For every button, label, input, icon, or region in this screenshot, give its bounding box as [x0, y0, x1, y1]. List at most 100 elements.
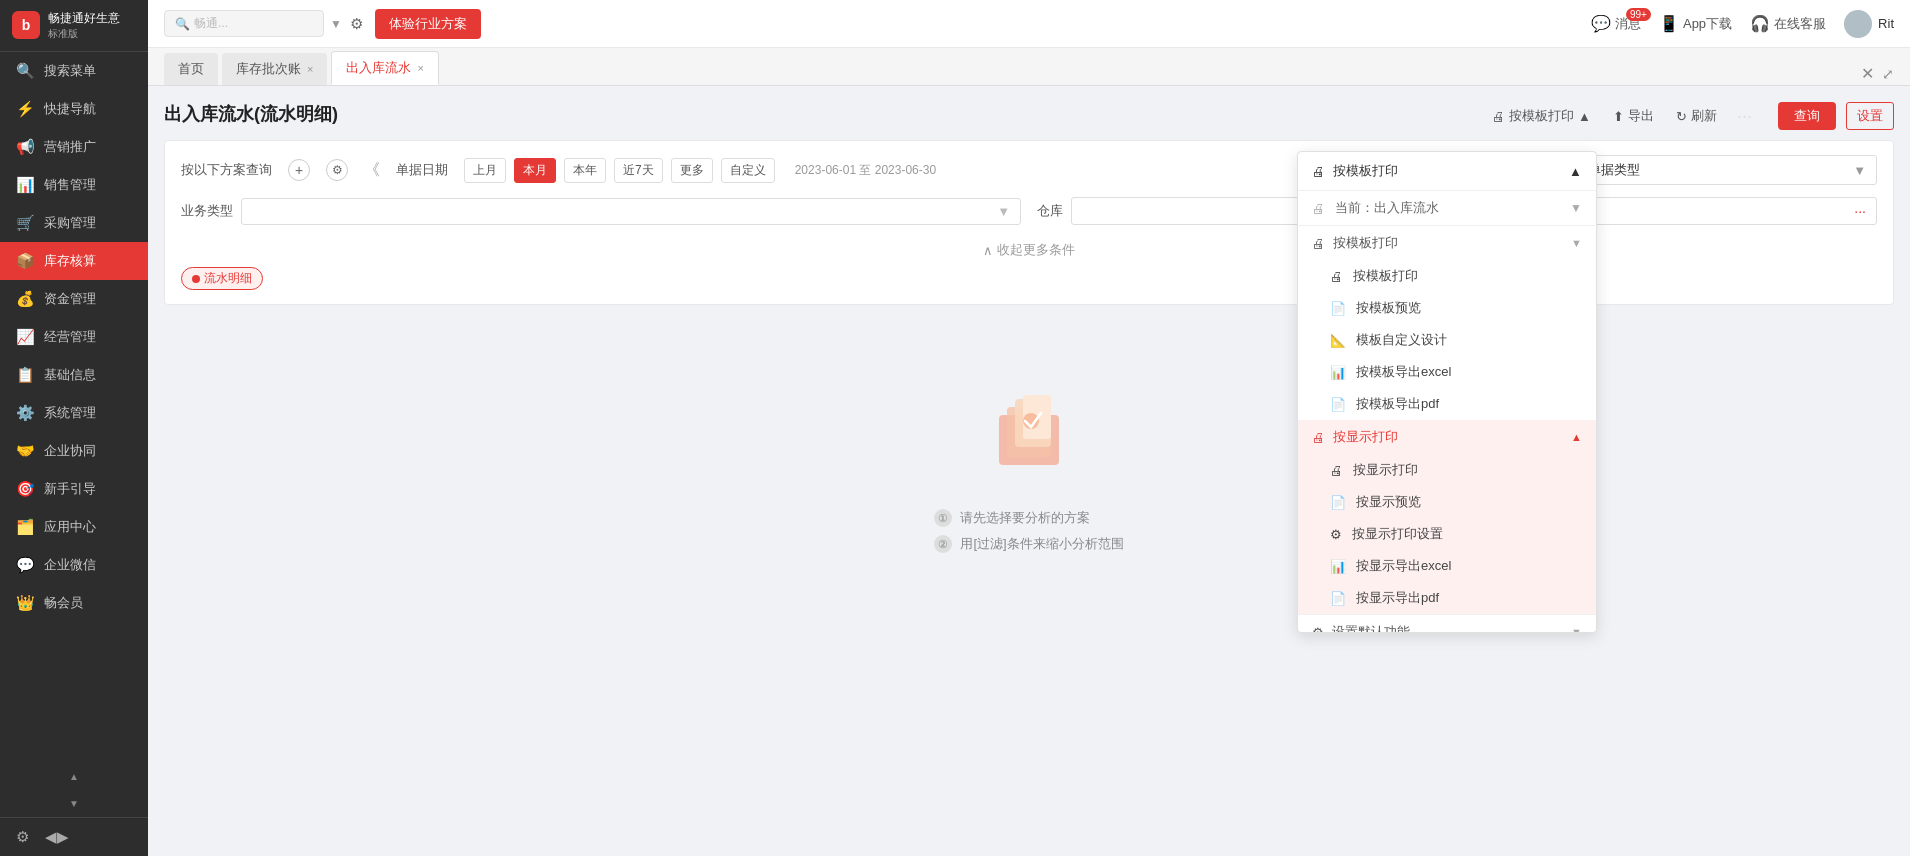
warehouse-more-icon[interactable]: ··· [1854, 203, 1866, 219]
template-pdf-item[interactable]: 📄 按模板导出pdf [1298, 388, 1596, 420]
display-excel-icon: 📊 [1330, 559, 1346, 574]
logo-text: 畅捷通好生意 标准版 [48, 10, 120, 41]
template-section-header[interactable]: 🖨 按模板打印 ▼ [1298, 226, 1596, 260]
date-btn-current[interactable]: 本月 [514, 158, 556, 183]
refresh-button[interactable]: ↻ 刷新 [1670, 103, 1723, 129]
sidebar-item-finance[interactable]: 💰资金管理 [0, 280, 148, 318]
display-settings-icon: ⚙ [1330, 527, 1342, 542]
sidebar-item-search[interactable]: 🔍搜索菜单 [0, 52, 148, 90]
topbar-right: 💬 消息 99+ 📱 App下载 🎧 在线客服 Rit [1591, 10, 1894, 38]
date-btn-year[interactable]: 本年 [564, 158, 606, 183]
print-dropdown-panel: 🖨 按模板打印 ▲ 🖨 当前：出入库流水 ▼ [1297, 151, 1597, 633]
display-settings-item[interactable]: ⚙ 按显示打印设置 [1298, 518, 1596, 550]
date-btn-week7[interactable]: 近7天 [614, 158, 663, 183]
display-pdf-item[interactable]: 📄 按显示导出pdf [1298, 582, 1596, 614]
dropdown-collapse-icon[interactable]: ▲ [1569, 164, 1582, 179]
active-filter-tag[interactable]: 流水明细 [181, 267, 263, 290]
display-print-item[interactable]: 🖨 按显示打印 [1298, 454, 1596, 486]
logo-icon: b [12, 11, 40, 39]
display-preview-item[interactable]: 📄 按显示预览 [1298, 486, 1596, 518]
export-button[interactable]: ⬆ 导出 [1607, 103, 1660, 129]
date-btn-prev[interactable]: 上月 [464, 158, 506, 183]
filter-collapse-icon[interactable]: 《 [364, 160, 380, 181]
template-excel-item[interactable]: 📊 按模板导出excel [1298, 356, 1596, 388]
message-icon-item[interactable]: 💬 消息 99+ [1591, 14, 1641, 33]
footer-chevron: ▼ [1571, 626, 1582, 632]
sidebar-item-shortcut[interactable]: ⚡快捷导航 [0, 90, 148, 128]
date-btn-more[interactable]: 更多 [671, 158, 713, 183]
sidebar-item-operation[interactable]: 📈经营管理 [0, 318, 148, 356]
display-section-header[interactable]: 🖨 按显示打印 ▲ [1298, 420, 1596, 454]
sidebar-item-sales[interactable]: 📊销售管理 [0, 166, 148, 204]
display-excel-item[interactable]: 📊 按显示导出excel [1298, 550, 1596, 582]
query-button[interactable]: 查询 [1778, 102, 1836, 130]
settings-button[interactable]: 设置 [1846, 102, 1894, 130]
current-template-item[interactable]: 🖨 当前：出入库流水 ▼ [1298, 191, 1596, 226]
filter-add-button[interactable]: + [288, 159, 310, 181]
sidebar-item-newbie[interactable]: 🎯新手引导 [0, 470, 148, 508]
tab-close-icon[interactable]: × [307, 63, 313, 75]
collapse-sidebar-icon[interactable]: ◀▶ [45, 828, 69, 846]
doc-type-chevron: ▼ [1853, 163, 1866, 178]
settings-icon[interactable]: ⚙ [16, 828, 29, 846]
biz-type-label: 业务类型 [181, 202, 233, 220]
sidebar-item-enterprise[interactable]: 🤝企业协同 [0, 432, 148, 470]
tab-close-icon[interactable]: × [417, 62, 423, 74]
sidebar-item-label: 企业微信 [44, 556, 96, 574]
window-maximize-icon[interactable]: ⤢ [1882, 66, 1894, 82]
tab-label: 出入库流水 [346, 59, 411, 77]
search-box[interactable]: 🔍 畅通... [164, 10, 324, 37]
enterprise-icon: 🤝 [16, 442, 34, 460]
collapse-row[interactable]: ∧ 收起更多条件 [181, 237, 1877, 259]
sidebar-item-vip[interactable]: 👑畅会员 [0, 584, 148, 622]
sidebar-item-label: 销售管理 [44, 176, 96, 194]
template-custom-item[interactable]: 📐 模板自定义设计 [1298, 324, 1596, 356]
date-label: 单据日期 [396, 161, 448, 179]
user-avatar-box[interactable]: Rit [1844, 10, 1894, 38]
user-name: Rit [1878, 16, 1894, 31]
app-download-item[interactable]: 📱 App下载 [1659, 14, 1732, 33]
warehouse-label: 仓库 [1037, 202, 1063, 220]
dropdown-footer[interactable]: ⚙ 设置默认功能 ▼ [1298, 614, 1596, 632]
sidebar-scroll-up[interactable]: ▲ [65, 767, 83, 786]
tab-batch[interactable]: 库存批次账 × [222, 53, 327, 85]
refresh-icon: ↻ [1676, 109, 1687, 124]
sidebar-item-system[interactable]: ⚙️系统管理 [0, 394, 148, 432]
sidebar-item-wechat[interactable]: 💬企业微信 [0, 546, 148, 584]
message-icon: 💬 [1591, 14, 1611, 33]
topbar-left: 🔍 畅通... ▼ ⚙ 体验行业方案 [164, 9, 1591, 39]
collapse-icon: ∧ [983, 243, 993, 258]
avatar [1844, 10, 1872, 38]
tab-flow[interactable]: 出入库流水 × [331, 51, 438, 85]
topbar-settings-icon[interactable]: ⚙ [350, 15, 363, 33]
template-preview-item[interactable]: 📄 按模板预览 [1298, 292, 1596, 324]
sidebar-item-appstore[interactable]: 🗂️应用中心 [0, 508, 148, 546]
tab-label: 库存批次账 [236, 60, 301, 78]
sidebar-item-label: 经营管理 [44, 328, 96, 346]
template-print-item[interactable]: 🖨 按模板打印 [1298, 260, 1596, 292]
window-close-icon[interactable]: ✕ [1861, 64, 1874, 83]
tab-home[interactable]: 首页 [164, 53, 218, 85]
toolbar-area: 🖨 按模板打印 ▲ 🖨 按模板打印 ▲ [1486, 102, 1894, 130]
print-template-button[interactable]: 🖨 按模板打印 ▲ [1486, 103, 1597, 129]
search-icon: 🔍 [16, 62, 34, 80]
sidebar-item-basic[interactable]: 📋基础信息 [0, 356, 148, 394]
biz-type-input[interactable]: ▼ [241, 198, 1021, 225]
sidebar-item-label: 畅会员 [44, 594, 83, 612]
sidebar-item-purchase[interactable]: 🛒采购管理 [0, 204, 148, 242]
sidebar-scroll-down[interactable]: ▼ [65, 794, 83, 813]
doc-type-dropdown[interactable]: 单据类型 ▼ [1577, 155, 1877, 185]
sidebar-item-inventory[interactable]: 📦库存核算 [0, 242, 148, 280]
search-dropdown-icon[interactable]: ▼ [330, 17, 342, 31]
date-btn-custom[interactable]: 自定义 [721, 158, 775, 183]
trial-button[interactable]: 体验行业方案 [375, 9, 481, 39]
empty-state: ① 请先选择要分析的方案 ② 用[过滤]条件来缩小分析范围 [164, 305, 1894, 637]
sidebar-item-marketing[interactable]: 📢营销推广 [0, 128, 148, 166]
template-section: 🖨 按模板打印 ▼ 🖨 按模板打印 📄 按模 [1298, 226, 1596, 420]
dropdown-header: 🖨 按模板打印 ▲ [1298, 152, 1596, 191]
online-service-item[interactable]: 🎧 在线客服 [1750, 14, 1826, 33]
system-icon: ⚙️ [16, 404, 34, 422]
filter-settings-button[interactable]: ⚙ [326, 159, 348, 181]
template-custom-icon: 📐 [1330, 333, 1346, 348]
dropdown-scroll: 🖨 按模板打印 ▲ 🖨 当前：出入库流水 ▼ [1298, 152, 1596, 632]
